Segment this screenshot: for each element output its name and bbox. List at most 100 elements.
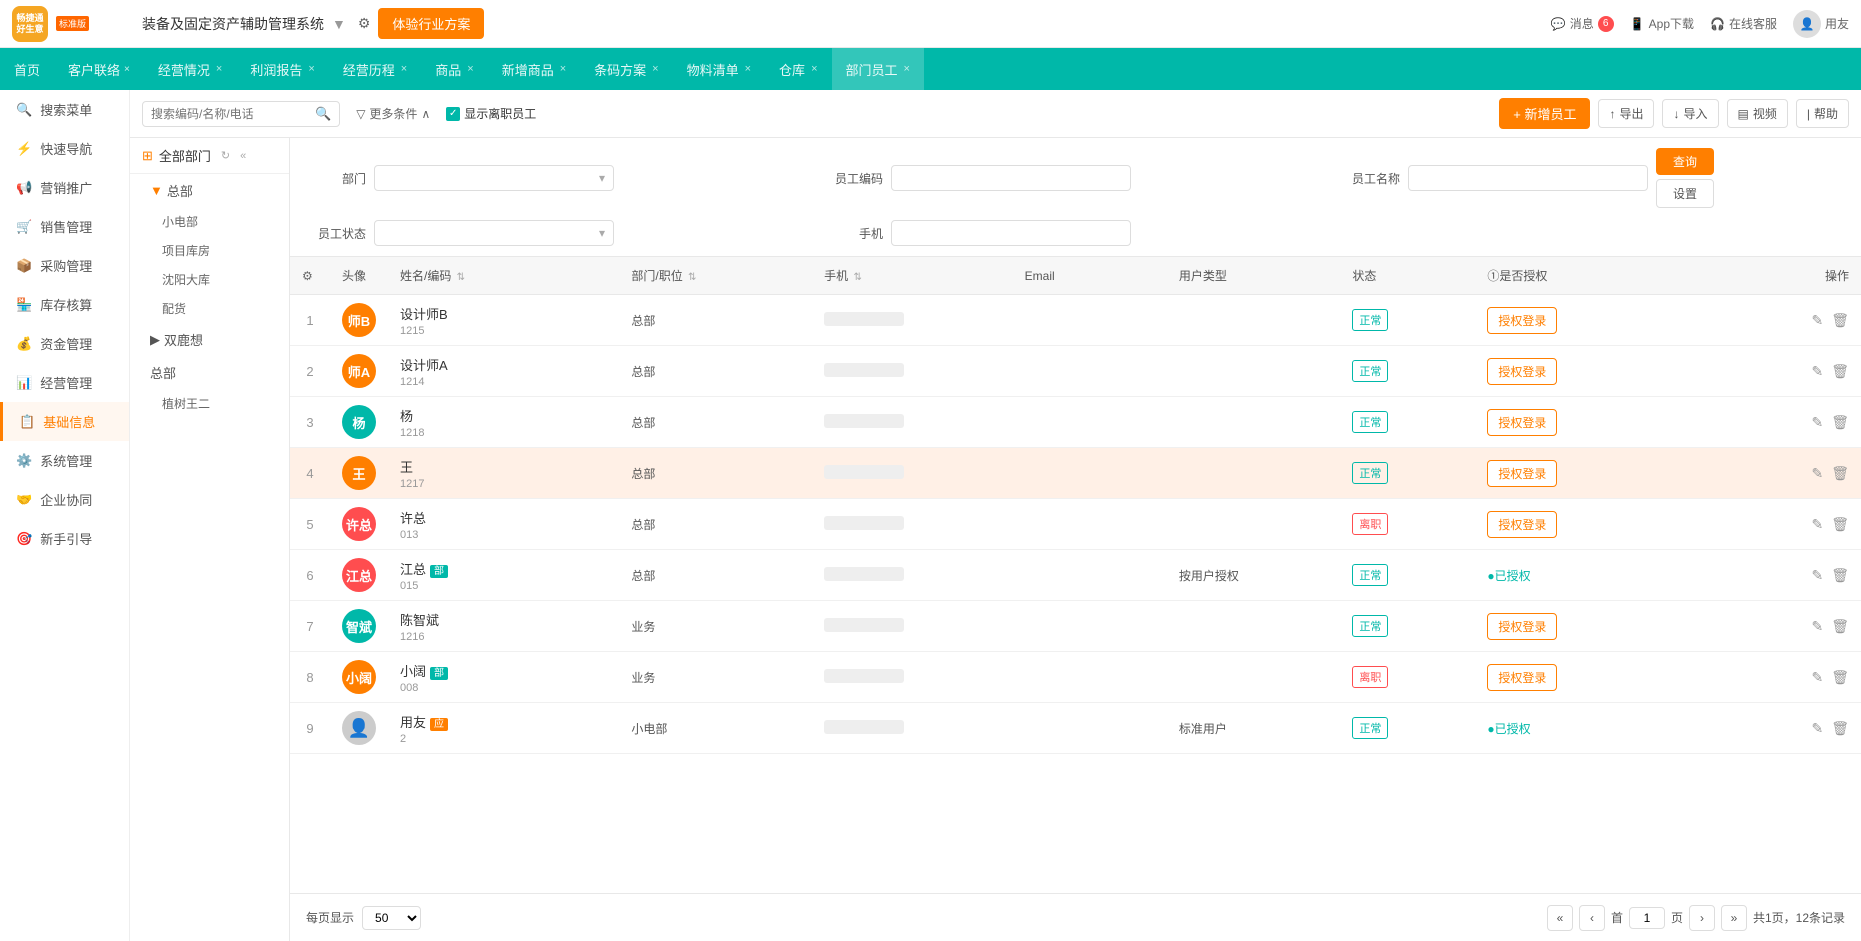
- user-area[interactable]: 👤 用友: [1793, 10, 1849, 38]
- help-button[interactable]: | 帮助: [1796, 99, 1849, 128]
- title-arrow-icon[interactable]: ▼: [332, 16, 346, 32]
- tab-goods[interactable]: 商品 ×: [421, 48, 487, 90]
- settings-icon[interactable]: ⚙: [358, 15, 371, 32]
- first-page-button[interactable]: «: [1547, 905, 1573, 931]
- delete-icon[interactable]: 🗑: [1831, 567, 1849, 584]
- dept-sub-plant[interactable]: 植树王二: [130, 389, 289, 418]
- nav-collab[interactable]: 🤝 企业协同: [0, 480, 129, 519]
- edit-icon[interactable]: ✎: [1811, 312, 1823, 329]
- dept-sub-project[interactable]: 项目库房: [130, 236, 289, 265]
- app-download-button[interactable]: 📱 App下载: [1630, 15, 1694, 32]
- nav-purchase[interactable]: 📦 采购管理: [0, 246, 129, 285]
- tab-barcode[interactable]: 条码方案 ×: [580, 48, 672, 90]
- more-filters-button[interactable]: ▽ 更多条件 ∧: [348, 101, 438, 126]
- dept-item-double[interactable]: ▶ 双鹿想: [130, 323, 289, 356]
- last-page-button[interactable]: »: [1721, 905, 1747, 931]
- close-icon[interactable]: ×: [560, 63, 566, 75]
- authorize-button[interactable]: 授权登录: [1487, 307, 1557, 334]
- nav-marketing[interactable]: 📢 营销推广: [0, 168, 129, 207]
- edit-icon[interactable]: ✎: [1811, 720, 1823, 737]
- delete-icon[interactable]: 🗑: [1831, 618, 1849, 635]
- delete-icon[interactable]: 🗑: [1831, 516, 1849, 533]
- close-icon[interactable]: ×: [811, 63, 817, 75]
- emp-status-select[interactable]: ▾: [374, 220, 614, 246]
- reset-button[interactable]: 设置: [1656, 179, 1714, 208]
- close-icon[interactable]: ×: [904, 63, 910, 75]
- close-icon[interactable]: ×: [652, 63, 658, 75]
- sort-icon[interactable]: ⇅: [854, 272, 862, 283]
- close-icon[interactable]: ×: [308, 63, 314, 75]
- delete-icon[interactable]: 🗑: [1831, 669, 1849, 686]
- delete-icon[interactable]: 🗑: [1831, 720, 1849, 737]
- tab-bom[interactable]: 物料清单 ×: [673, 48, 765, 90]
- authorize-button[interactable]: 授权登录: [1487, 664, 1557, 691]
- nav-finance[interactable]: 💰 资金管理: [0, 324, 129, 363]
- online-service-button[interactable]: 🎧 在线客服: [1710, 15, 1777, 32]
- nav-system[interactable]: ⚙️ 系统管理: [0, 441, 129, 480]
- tab-profit-report[interactable]: 利润报告 ×: [236, 48, 328, 90]
- edit-icon[interactable]: ✎: [1811, 669, 1823, 686]
- delete-icon[interactable]: 🗑: [1831, 465, 1849, 482]
- view-button[interactable]: ▤ 视频: [1727, 99, 1788, 128]
- sort-icon[interactable]: ⇅: [688, 272, 696, 283]
- page-number-input[interactable]: [1629, 907, 1665, 929]
- authorize-button[interactable]: 授权登录: [1487, 460, 1557, 487]
- nav-inventory[interactable]: 🏪 库存核算: [0, 285, 129, 324]
- col-phone[interactable]: 手机 ⇅: [812, 257, 1013, 295]
- show-inactive-toggle[interactable]: ✓ 显示离职员工: [446, 105, 536, 122]
- dept-filter-select[interactable]: ▾: [374, 165, 614, 191]
- tab-add-goods[interactable]: 新增商品 ×: [488, 48, 580, 90]
- tab-operation-history[interactable]: 经营历程 ×: [329, 48, 421, 90]
- tab-operation-status[interactable]: 经营情况 ×: [144, 48, 236, 90]
- tab-home[interactable]: 首页: [0, 48, 54, 90]
- authorize-button[interactable]: 授权登录: [1487, 409, 1557, 436]
- per-page-select[interactable]: 50 100: [362, 906, 421, 930]
- experience-button[interactable]: 体验行业方案: [378, 8, 484, 39]
- prev-page-button[interactable]: ‹: [1579, 905, 1605, 931]
- tab-customer[interactable]: 客户联络 ×: [54, 48, 144, 90]
- close-icon[interactable]: ×: [216, 63, 222, 75]
- close-icon[interactable]: ×: [467, 63, 473, 75]
- dept-sub-pei[interactable]: 配货: [130, 294, 289, 323]
- query-button[interactable]: 查询: [1656, 148, 1714, 175]
- tab-warehouse[interactable]: 仓库 ×: [765, 48, 831, 90]
- emp-name-input[interactable]: [1408, 165, 1648, 191]
- collapse-icon[interactable]: «: [240, 150, 246, 162]
- col-name[interactable]: 姓名/编码 ⇅: [388, 257, 619, 295]
- nav-search[interactable]: 🔍 搜索菜单: [0, 90, 129, 129]
- refresh-dept-icon[interactable]: ↻: [221, 149, 230, 162]
- edit-icon[interactable]: ✎: [1811, 465, 1823, 482]
- delete-icon[interactable]: 🗑: [1831, 363, 1849, 380]
- nav-sales[interactable]: 🛒 销售管理: [0, 207, 129, 246]
- close-icon[interactable]: ×: [745, 63, 751, 75]
- authorize-button[interactable]: 授权登录: [1487, 613, 1557, 640]
- close-icon[interactable]: ×: [401, 63, 407, 75]
- dept-item-head[interactable]: ▼ 总部: [130, 174, 289, 207]
- delete-icon[interactable]: 🗑: [1831, 312, 1849, 329]
- export-button[interactable]: ↑ 导出: [1598, 99, 1654, 128]
- phone-input[interactable]: [891, 220, 1131, 246]
- edit-icon[interactable]: ✎: [1811, 567, 1823, 584]
- nav-basic[interactable]: 📋 基础信息: [0, 402, 129, 441]
- col-settings[interactable]: ⚙: [290, 257, 330, 295]
- emp-code-input[interactable]: [891, 165, 1131, 191]
- dept-item-zongbu[interactable]: 总部: [130, 356, 289, 389]
- dept-sub-shenyang[interactable]: 沈阳大库: [130, 265, 289, 294]
- add-employee-button[interactable]: + 新增员工: [1499, 98, 1590, 129]
- sort-icon[interactable]: ⇅: [457, 272, 465, 283]
- col-dept[interactable]: 部门/职位 ⇅: [619, 257, 812, 295]
- nav-operation[interactable]: 📊 经营管理: [0, 363, 129, 402]
- tab-employees[interactable]: 部门员工 ×: [832, 48, 924, 90]
- edit-icon[interactable]: ✎: [1811, 516, 1823, 533]
- authorize-button[interactable]: 授权登录: [1487, 511, 1557, 538]
- dept-sub-xdb[interactable]: 小电部: [130, 207, 289, 236]
- import-button[interactable]: ↓ 导入: [1662, 99, 1718, 128]
- nav-shortcut[interactable]: ⚡ 快速导航: [0, 129, 129, 168]
- edit-icon[interactable]: ✎: [1811, 363, 1823, 380]
- edit-icon[interactable]: ✎: [1811, 414, 1823, 431]
- message-button[interactable]: 💬 消息 6: [1551, 15, 1614, 32]
- search-input[interactable]: [151, 107, 311, 121]
- authorize-button[interactable]: 授权登录: [1487, 358, 1557, 385]
- edit-icon[interactable]: ✎: [1811, 618, 1823, 635]
- next-page-button[interactable]: ›: [1689, 905, 1715, 931]
